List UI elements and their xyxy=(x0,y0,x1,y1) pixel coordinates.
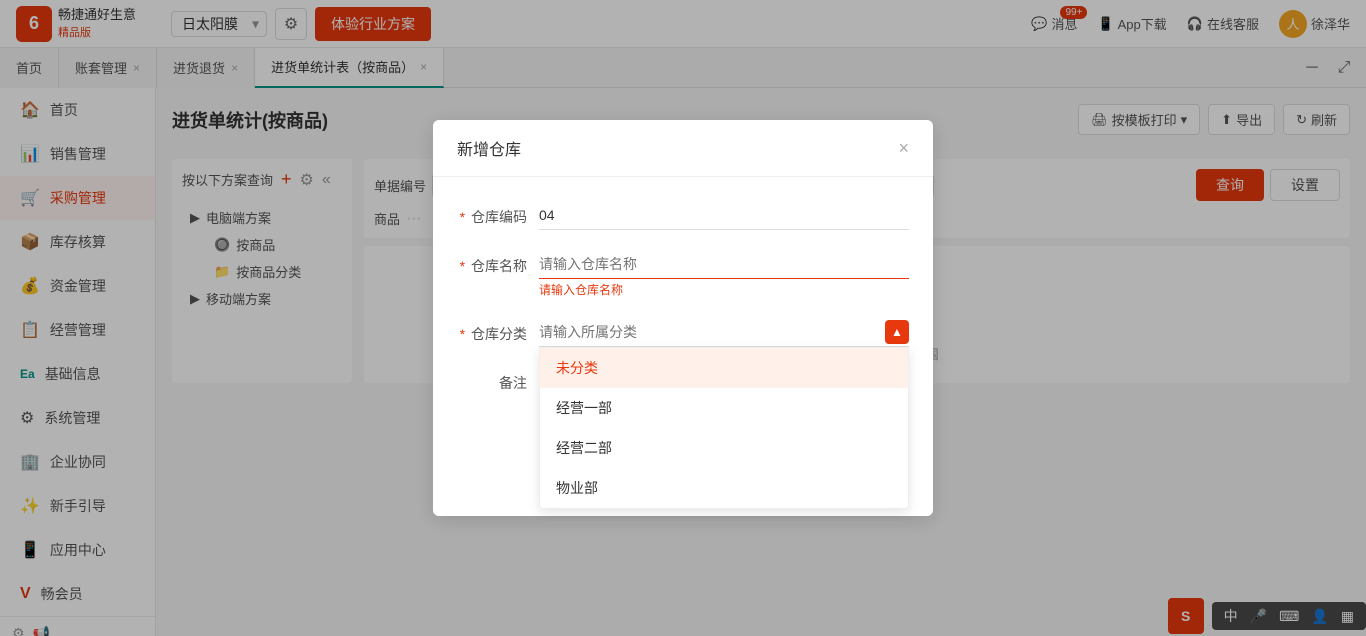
modal-overlay: 新增仓库 × * 仓库编码 * 仓库名称 xyxy=(0,0,1366,636)
form-row-name: * 仓库名称 请输入仓库名称 xyxy=(457,250,909,298)
modal-header: 新增仓库 × xyxy=(433,120,933,177)
dropdown-option-2[interactable]: 经营二部 xyxy=(540,428,908,468)
modal-title: 新增仓库 xyxy=(457,136,521,160)
dropdown-option-0[interactable]: 未分类 xyxy=(540,348,908,388)
modal-close-button[interactable]: × xyxy=(898,138,909,159)
code-label: * 仓库编码 xyxy=(457,201,527,227)
category-dropdown-wrap: ▲ 未分类 经营一部 经营二部 物业部 xyxy=(539,318,909,347)
name-label: * 仓库名称 xyxy=(457,250,527,276)
category-label: * 仓库分类 xyxy=(457,318,527,344)
dropdown-option-1[interactable]: 经营一部 xyxy=(540,388,908,428)
modal-body: * 仓库编码 * 仓库名称 请输入仓库名称 xyxy=(433,177,933,456)
category-dropdown-arrow[interactable]: ▲ xyxy=(885,320,909,344)
new-warehouse-modal: 新增仓库 × * 仓库编码 * 仓库名称 xyxy=(433,120,933,516)
memo-label: 备注 xyxy=(457,367,527,393)
dropdown-option-3[interactable]: 物业部 xyxy=(540,468,908,508)
name-input-group: 请输入仓库名称 xyxy=(539,250,909,298)
name-error-msg: 请输入仓库名称 xyxy=(539,281,909,298)
category-dropdown-list: 未分类 经营一部 经营二部 物业部 xyxy=(539,347,909,509)
name-input[interactable] xyxy=(539,250,909,279)
category-input[interactable] xyxy=(539,318,885,346)
category-input-row: ▲ xyxy=(539,318,909,347)
code-input[interactable] xyxy=(539,201,909,230)
form-row-code: * 仓库编码 xyxy=(457,201,909,230)
form-row-category: * 仓库分类 ▲ 未分类 经营一部 经营二部 物业部 xyxy=(457,318,909,347)
